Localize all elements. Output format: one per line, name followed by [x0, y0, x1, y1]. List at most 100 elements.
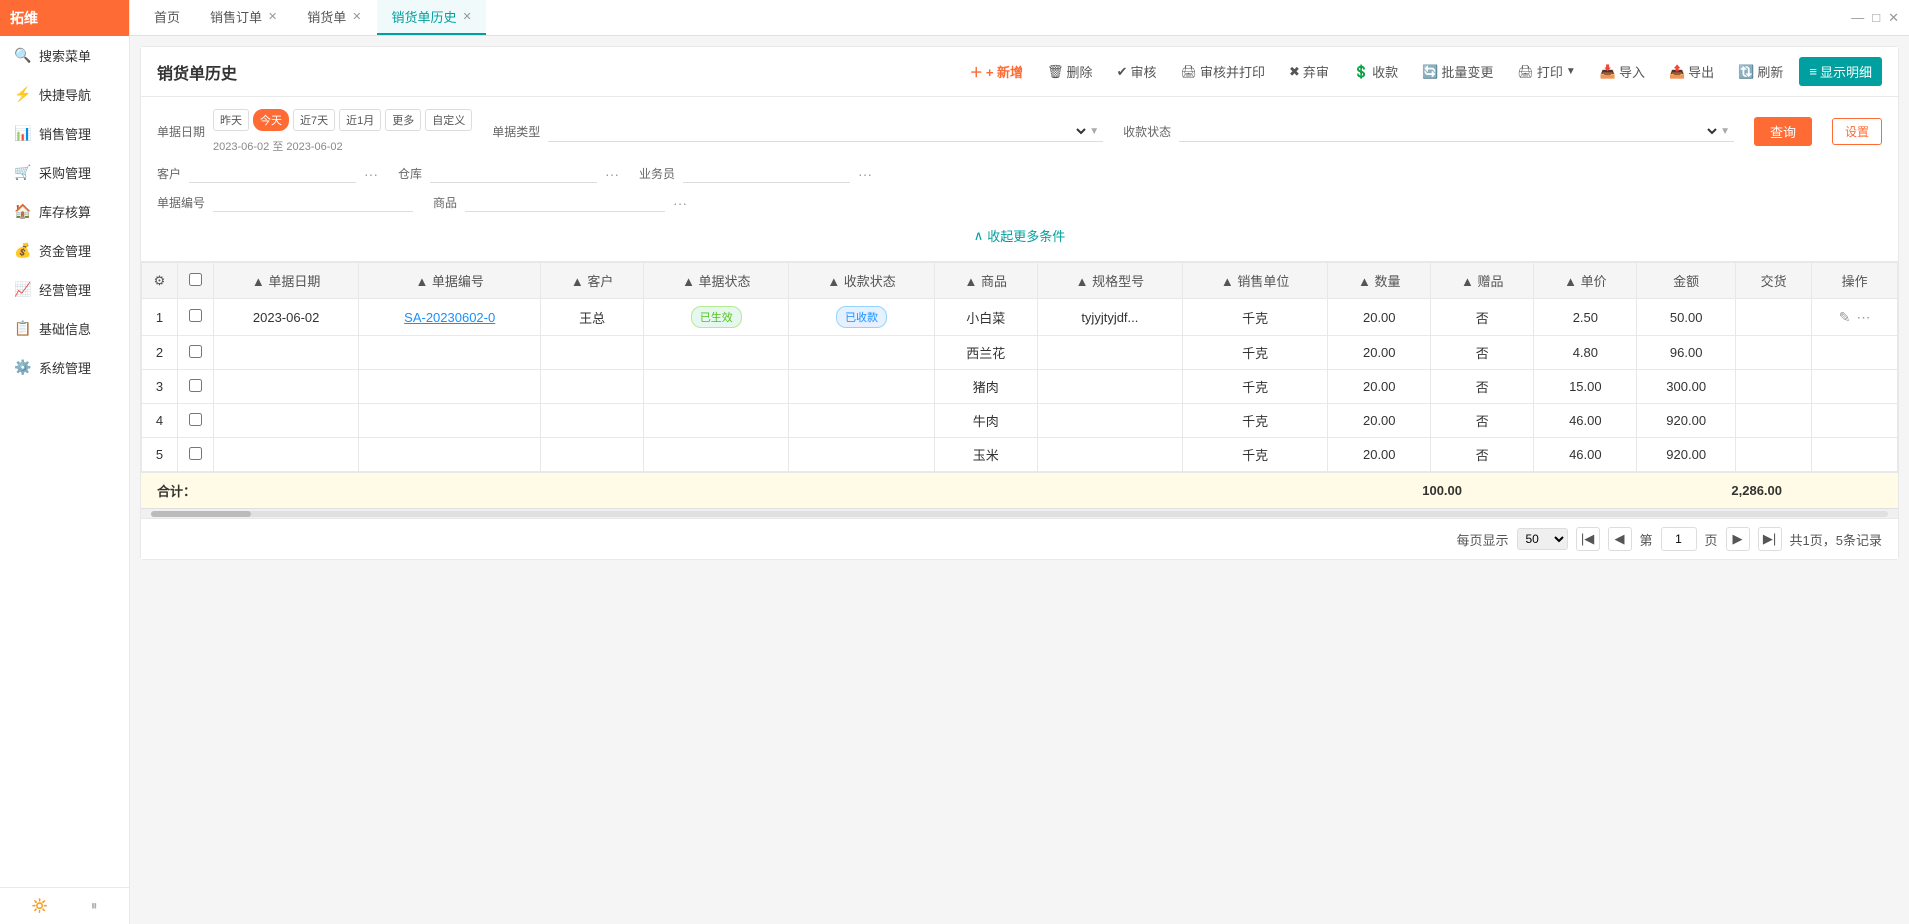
review-button[interactable]: ✔ 审核 [1109, 58, 1165, 85]
sidebar-item-sys-mgmt[interactable]: ⚙️ 系统管理 [0, 348, 129, 387]
review-print-button[interactable]: 🖨 审核并打印 [1172, 58, 1273, 85]
sidebar-item-purchase-mgmt[interactable]: 🛒 采购管理 [0, 153, 129, 192]
next-page-button[interactable]: ▶ [1726, 527, 1750, 551]
prev-page-button[interactable]: ◀ [1608, 527, 1632, 551]
collapse-button[interactable]: ∧ 收起更多条件 [970, 222, 1070, 249]
main-content: 首页 销售订单 ✕ 销货单 ✕ 销货单历史 ✕ — □ ✕ 销货单历史 [130, 0, 1909, 924]
doc-type-select[interactable] [552, 123, 1089, 139]
doc-no-input[interactable] [213, 193, 413, 212]
table-footer: 合计： 100.00 2,286.00 [141, 472, 1898, 508]
cell-action: ✎⋯ [1812, 299, 1898, 336]
customer-ellipsis[interactable]: ··· [364, 166, 378, 182]
sidebar-item-ops-mgmt[interactable]: 📈 经营管理 [0, 270, 129, 309]
print-button[interactable]: 🖨 打印 ▼ [1509, 58, 1583, 85]
customer-input[interactable] [189, 164, 356, 183]
sidebar-item-basic-info[interactable]: 📋 基础信息 [0, 309, 129, 348]
sidebar-bottom-icon-1[interactable]: 🔆 [32, 898, 48, 914]
col-doc-date[interactable]: ▲ 单据日期 [214, 263, 359, 299]
new-button[interactable]: ＋ + 新增 [962, 58, 1031, 85]
col-doc-no[interactable]: ▲ 单据编号 [359, 263, 541, 299]
col-spec[interactable]: ▲ 规格型号 [1037, 263, 1182, 299]
date-btn-more[interactable]: 更多 [385, 109, 421, 131]
tab-home[interactable]: 首页 [140, 0, 194, 35]
row-checkbox[interactable] [189, 413, 202, 426]
warehouse-ellipsis[interactable]: ··· [605, 166, 619, 182]
more-icon[interactable]: ⋯ [1857, 309, 1871, 326]
cell-doc-status [644, 370, 789, 404]
tab-sales-goods-close[interactable]: ✕ [352, 10, 361, 23]
col-collect-status[interactable]: ▲ 收款状态 [789, 263, 934, 299]
collect-button[interactable]: 💲 收款 [1345, 58, 1406, 85]
footer-values: 100.00 2,286.00 [1382, 483, 1782, 498]
date-btn-1month[interactable]: 近1月 [339, 109, 381, 131]
col-goods[interactable]: ▲ 商品 [934, 263, 1037, 299]
tab-sales-order-close[interactable]: ✕ [268, 10, 277, 23]
tab-sales-order[interactable]: 销售订单 ✕ [196, 0, 291, 35]
sidebar-item-sales-mgmt[interactable]: 📊 销售管理 [0, 114, 129, 153]
query-button[interactable]: 查询 [1754, 117, 1812, 146]
sidebar-bottom-icon-2[interactable]: ⏸ [91, 898, 98, 914]
date-btn-7days[interactable]: 近7天 [293, 109, 335, 131]
page-size-select[interactable]: 50 100 200 [1517, 528, 1568, 550]
export-button[interactable]: 📤 导出 [1661, 58, 1722, 85]
show-detail-button[interactable]: ≡ 显示明细 [1799, 57, 1882, 86]
refresh-button[interactable]: 🔃 刷新 [1730, 58, 1791, 85]
sidebar-item-inventory[interactable]: 🏠 库存核算 [0, 192, 129, 231]
maximize-icon[interactable]: □ [1872, 10, 1880, 25]
staff-input[interactable] [683, 164, 850, 183]
date-btn-today[interactable]: 今天 [253, 109, 289, 131]
col-checkbox[interactable] [178, 263, 214, 299]
tab-sales-history-close[interactable]: ✕ [463, 10, 472, 23]
col-doc-status[interactable]: ▲ 单据状态 [644, 263, 789, 299]
last-page-button[interactable]: ▶| [1758, 527, 1782, 551]
row-checkbox[interactable] [189, 379, 202, 392]
window-close-icon[interactable]: ✕ [1888, 10, 1899, 26]
sidebar-item-finance-mgmt[interactable]: 💰 资金管理 [0, 231, 129, 270]
delete-button[interactable]: 🗑 删除 [1039, 58, 1101, 85]
col-gift[interactable]: ▲ 赠品 [1431, 263, 1534, 299]
page-number-input[interactable] [1661, 527, 1697, 551]
table-wrapper: ⚙ ▲ 单据日期 ▲ 单据编号 ▲ 客户 [141, 262, 1898, 472]
row-checkbox[interactable] [189, 447, 202, 460]
warehouse-input[interactable] [430, 164, 597, 183]
col-customer[interactable]: ▲ 客户 [541, 263, 644, 299]
first-page-button[interactable]: |◀ [1576, 527, 1600, 551]
settings-button[interactable]: 设置 [1832, 118, 1882, 145]
row-checkbox[interactable] [189, 309, 202, 322]
cell-gift: 否 [1431, 370, 1534, 404]
batch-change-button[interactable]: 🔄 批量变更 [1414, 58, 1501, 85]
collect-status-select[interactable] [1183, 123, 1720, 139]
col-settings[interactable]: ⚙ [142, 263, 178, 299]
print-dropdown-icon: ▼ [1566, 66, 1576, 77]
date-filter-item: 单据日期 昨天 今天 近7天 近1月 更多 自定义 2023-06-02 至 2… [157, 109, 472, 154]
goods-input[interactable] [465, 193, 665, 212]
col-qty[interactable]: ▲ 数量 [1328, 263, 1431, 299]
date-btn-custom[interactable]: 自定义 [425, 109, 472, 131]
minimize-icon[interactable]: — [1851, 10, 1864, 25]
staff-ellipsis[interactable]: ··· [858, 166, 872, 182]
edit-icon[interactable]: ✎ [1839, 309, 1851, 326]
staff-label: 业务员 [639, 165, 675, 182]
date-btn-yesterday[interactable]: 昨天 [213, 109, 249, 131]
import-button[interactable]: 📥 导入 [1592, 58, 1653, 85]
table-row: 4牛肉千克20.00否46.00920.00 [142, 404, 1898, 438]
col-price[interactable]: ▲ 单价 [1534, 263, 1637, 299]
col-unit[interactable]: ▲ 销售单位 [1182, 263, 1327, 299]
cell-row-num: 5 [142, 438, 178, 472]
scroll-bar-thumb[interactable] [151, 511, 251, 517]
row-checkbox[interactable] [189, 345, 202, 358]
sidebar-item-search-menu[interactable]: 🔍 搜索菜单 [0, 36, 129, 75]
abandon-button[interactable]: ✖ 弃审 [1281, 58, 1337, 85]
cell-trade [1735, 336, 1811, 370]
select-all-checkbox[interactable] [189, 273, 202, 286]
scroll-bar-track[interactable] [151, 511, 1888, 517]
cell-amount: 920.00 [1637, 438, 1736, 472]
doc-no-link[interactable]: SA-20230602-0 [404, 310, 495, 325]
sidebar-item-quick-nav[interactable]: ⚡ 快捷导航 [0, 75, 129, 114]
tab-sales-goods[interactable]: 销货单 ✕ [293, 0, 375, 35]
cell-gift: 否 [1431, 299, 1534, 336]
goods-ellipsis[interactable]: ··· [673, 195, 687, 211]
tab-sales-history[interactable]: 销货单历史 ✕ [377, 0, 485, 35]
collapse-label: 收起更多条件 [987, 226, 1065, 245]
cell-action [1812, 404, 1898, 438]
